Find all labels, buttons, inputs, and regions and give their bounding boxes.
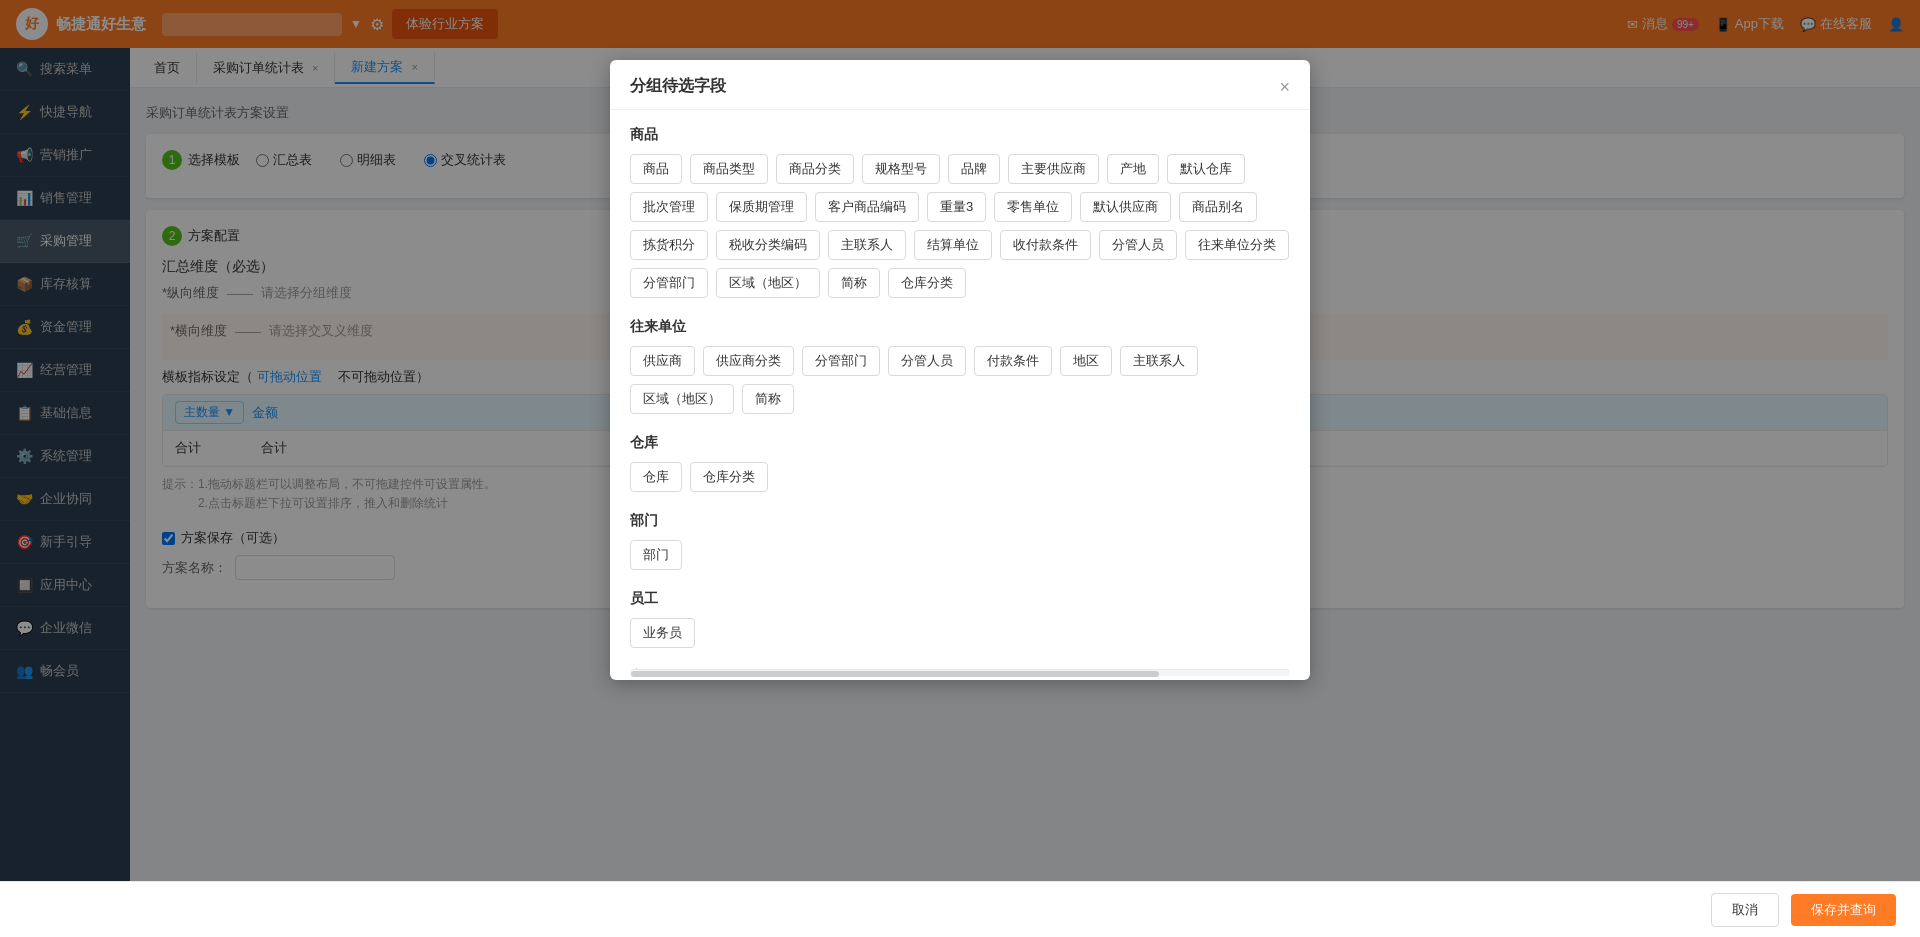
field-tag-0-14[interactable]: 商品别名 (1179, 192, 1257, 222)
field-tag-1-5[interactable]: 地区 (1060, 346, 1112, 376)
modal-horizontal-scrollbar[interactable] (630, 669, 1290, 676)
field-tag-1-2[interactable]: 分管部门 (802, 346, 880, 376)
modal-section-2: 仓库仓库仓库分类 (630, 434, 1290, 492)
field-tag-0-20[interactable]: 分管人员 (1099, 230, 1177, 260)
field-tag-0-19[interactable]: 收付款条件 (1000, 230, 1091, 260)
field-tag-0-7[interactable]: 默认仓库 (1167, 154, 1245, 184)
field-tag-1-0[interactable]: 供应商 (630, 346, 695, 376)
fields-grid-3: 部门 (630, 540, 1290, 570)
hscrollbar-thumb (631, 671, 1159, 677)
save-confirm-button[interactable]: 保存并查询 (1791, 894, 1896, 926)
section-title-3: 部门 (630, 512, 1290, 530)
field-tag-0-6[interactable]: 产地 (1107, 154, 1159, 184)
modal-overlay: 分组待选字段 × 商品商品商品类型商品分类规格型号品牌主要供应商产地默认仓库批次… (0, 0, 1920, 937)
field-tag-0-11[interactable]: 重量3 (927, 192, 986, 222)
modal-section-4: 员工业务员 (630, 590, 1290, 648)
field-tag-0-24[interactable]: 简称 (828, 268, 880, 298)
field-tag-0-16[interactable]: 税收分类编码 (716, 230, 820, 260)
field-tag-1-3[interactable]: 分管人员 (888, 346, 966, 376)
field-tag-0-4[interactable]: 品牌 (948, 154, 1000, 184)
field-tag-1-4[interactable]: 付款条件 (974, 346, 1052, 376)
section-title-1: 往来单位 (630, 318, 1290, 336)
field-tag-0-25[interactable]: 仓库分类 (888, 268, 966, 298)
modal-close-button[interactable]: × (1279, 78, 1290, 96)
field-tag-0-1[interactable]: 商品类型 (690, 154, 768, 184)
field-tag-0-23[interactable]: 区域（地区） (716, 268, 820, 298)
fields-grid-4: 业务员 (630, 618, 1290, 648)
modal-header: 分组待选字段 × (610, 60, 1310, 110)
field-tag-0-22[interactable]: 分管部门 (630, 268, 708, 298)
field-tag-4-0[interactable]: 业务员 (630, 618, 695, 648)
modal-section-1: 往来单位供应商供应商分类分管部门分管人员付款条件地区主联系人区域（地区） 简称 (630, 318, 1290, 414)
section-title-0: 商品 (630, 126, 1290, 144)
fields-grid-2: 仓库仓库分类 (630, 462, 1290, 492)
field-tag-2-1[interactable]: 仓库分类 (690, 462, 768, 492)
fields-grid-0: 商品商品类型商品分类规格型号品牌主要供应商产地默认仓库批次管理保质期管理客户商品… (630, 154, 1290, 298)
modal-title: 分组待选字段 (630, 76, 726, 97)
modal-section-3: 部门部门 (630, 512, 1290, 570)
section-title-2: 仓库 (630, 434, 1290, 452)
modal-body[interactable]: 商品商品商品类型商品分类规格型号品牌主要供应商产地默认仓库批次管理保质期管理客户… (610, 110, 1310, 669)
modal-section-0: 商品商品商品类型商品分类规格型号品牌主要供应商产地默认仓库批次管理保质期管理客户… (630, 126, 1290, 298)
field-tag-3-0[interactable]: 部门 (630, 540, 682, 570)
field-tag-0-9[interactable]: 保质期管理 (716, 192, 807, 222)
section-title-4: 员工 (630, 590, 1290, 608)
field-tag-0-10[interactable]: 客户商品编码 (815, 192, 919, 222)
cancel-button[interactable]: 取消 (1711, 893, 1779, 927)
field-tag-1-7[interactable]: 区域（地区） (630, 384, 734, 414)
field-tag-0-21[interactable]: 往来单位分类 (1185, 230, 1289, 260)
field-tag-1-8[interactable]: 简称 (742, 384, 794, 414)
modal-dialog: 分组待选字段 × 商品商品商品类型商品分类规格型号品牌主要供应商产地默认仓库批次… (610, 60, 1310, 680)
field-tag-0-0[interactable]: 商品 (630, 154, 682, 184)
field-tag-0-17[interactable]: 主联系人 (828, 230, 906, 260)
field-tag-2-0[interactable]: 仓库 (630, 462, 682, 492)
field-tag-0-12[interactable]: 零售单位 (994, 192, 1072, 222)
field-tag-1-6[interactable]: 主联系人 (1120, 346, 1198, 376)
field-tag-0-2[interactable]: 商品分类 (776, 154, 854, 184)
field-tag-1-1[interactable]: 供应商分类 (703, 346, 794, 376)
field-tag-0-3[interactable]: 规格型号 (862, 154, 940, 184)
field-tag-0-15[interactable]: 拣货积分 (630, 230, 708, 260)
field-tag-0-5[interactable]: 主要供应商 (1008, 154, 1099, 184)
fields-grid-1: 供应商供应商分类分管部门分管人员付款条件地区主联系人区域（地区） 简称 (630, 346, 1290, 414)
field-tag-0-18[interactable]: 结算单位 (914, 230, 992, 260)
field-tag-0-13[interactable]: 默认供应商 (1080, 192, 1171, 222)
bottom-action-bar: 取消 保存并查询 (0, 881, 1920, 937)
field-tag-0-8[interactable]: 批次管理 (630, 192, 708, 222)
